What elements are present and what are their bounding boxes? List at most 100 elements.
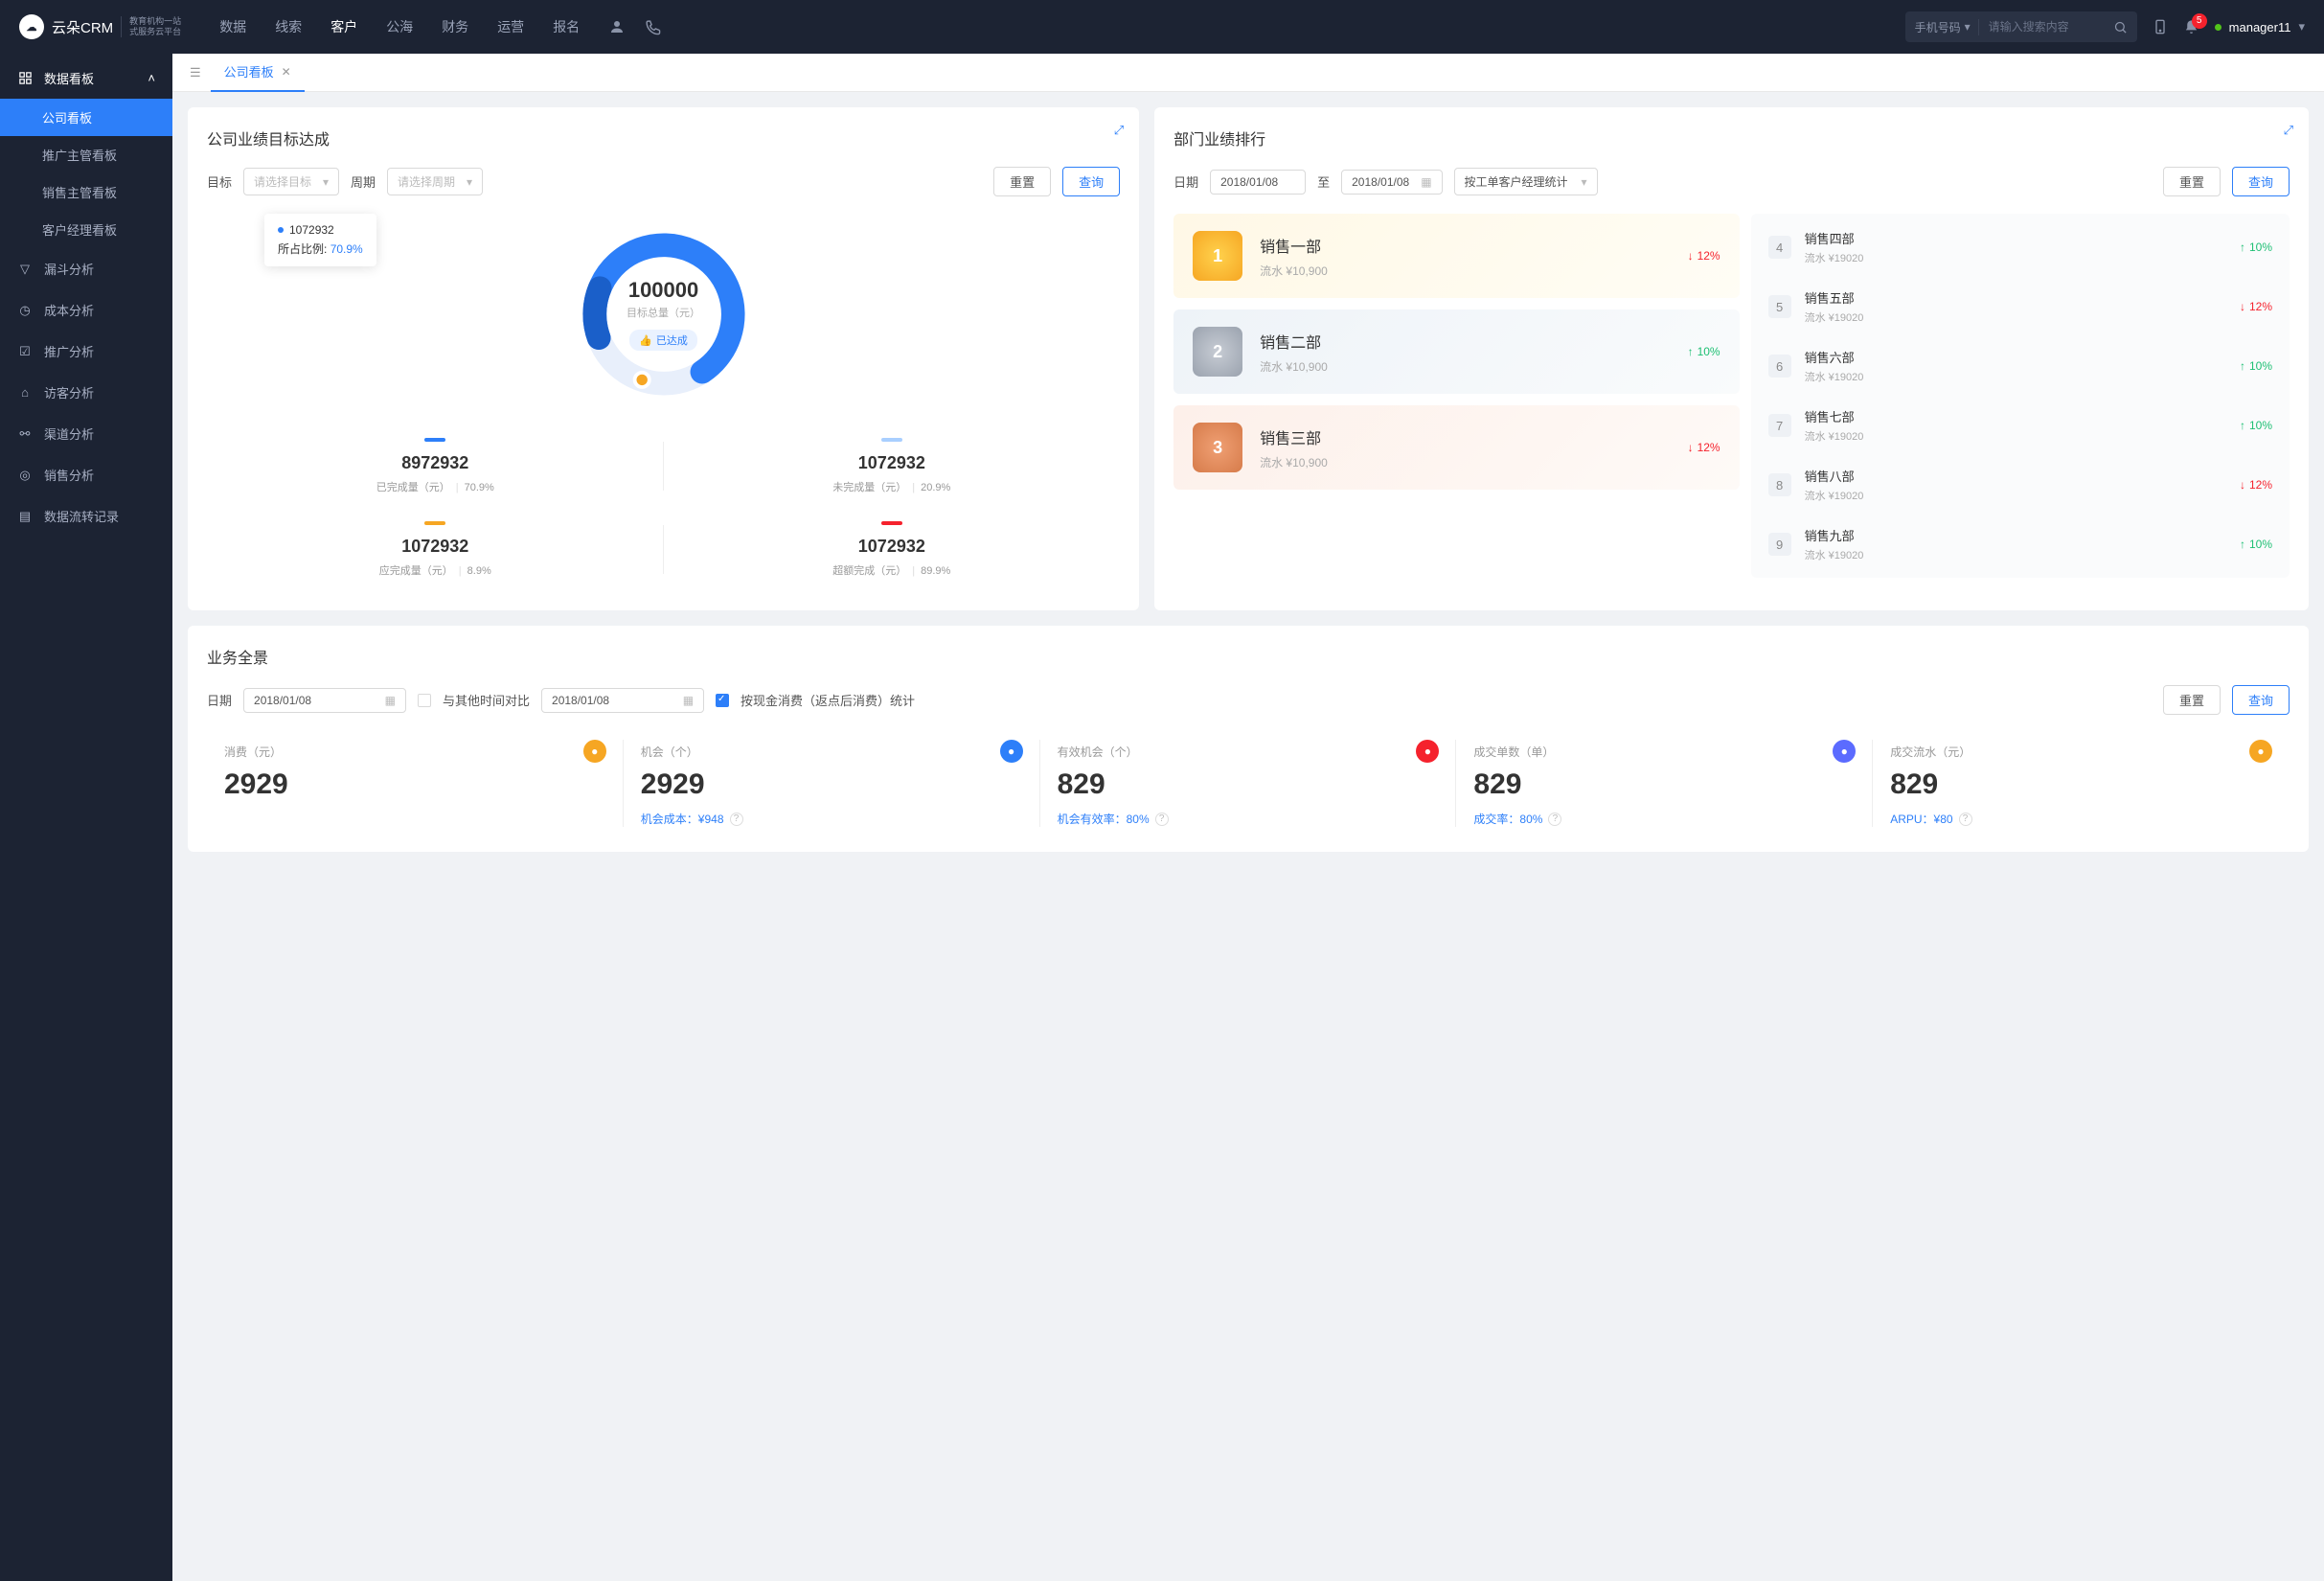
- trend-indicator: ↓ 12%: [1688, 249, 1720, 263]
- arrow-up-icon: ↑: [2240, 241, 2245, 254]
- rank-row[interactable]: 9 销售九部流水 ¥19020 ↑ 10%: [1751, 515, 2290, 574]
- sidebar-item-cost[interactable]: ◷成本分析: [0, 289, 172, 331]
- mobile-icon[interactable]: [2153, 17, 2168, 36]
- metric-icon: ●: [583, 740, 606, 763]
- dot-icon: [278, 227, 284, 233]
- reset-button[interactable]: 重置: [2163, 685, 2221, 715]
- medal-icon: 3: [1193, 423, 1242, 472]
- visitor-icon: ⌂: [17, 385, 33, 401]
- user-menu[interactable]: manager11 ▾: [2215, 19, 2305, 34]
- query-button[interactable]: 查询: [2232, 167, 2290, 196]
- nav-enroll[interactable]: 报名: [553, 13, 580, 40]
- top-nav: 数据 线索 客户 公海 财务 运营 报名: [219, 13, 580, 40]
- rank-card-3[interactable]: 3 销售三部流水 ¥10,900 ↓ 12%: [1173, 405, 1740, 490]
- medal-icon: 2: [1193, 327, 1242, 377]
- trend-indicator: ↑ 10%: [2240, 419, 2272, 432]
- trend-indicator: ↓ 12%: [2240, 300, 2272, 313]
- cash-checkbox[interactable]: [716, 694, 729, 707]
- help-icon[interactable]: ?: [1155, 813, 1169, 826]
- sidebar-sub-manager[interactable]: 客户经理看板: [0, 211, 172, 248]
- query-button[interactable]: 查询: [1062, 167, 1120, 196]
- calendar-icon: ▦: [385, 694, 396, 707]
- sidebar-item-visitor[interactable]: ⌂访客分析: [0, 372, 172, 413]
- sidebar-group-dashboard[interactable]: 数据看板 ˄: [0, 57, 172, 99]
- expand-icon[interactable]: ⤢: [1114, 123, 1124, 138]
- rank-row[interactable]: 6 销售六部流水 ¥19020 ↑ 10%: [1751, 336, 2290, 396]
- rank-rest: 4 销售四部流水 ¥19020 ↑ 10%5 销售五部流水 ¥19020 ↓ 1…: [1751, 214, 2290, 578]
- date-to-input[interactable]: 2018/01/08▦: [1341, 170, 1442, 195]
- date2-input[interactable]: 2018/01/08▦: [541, 688, 704, 713]
- help-icon[interactable]: ?: [1959, 813, 1972, 826]
- target-icon: ◎: [17, 468, 33, 483]
- overview-cell: 有效机会（个）● 829机会有效率：80%?: [1040, 734, 1457, 833]
- nav-ops[interactable]: 运营: [497, 13, 524, 40]
- arrow-down-icon: ↓: [2240, 300, 2245, 313]
- search-icon[interactable]: [2113, 20, 2128, 34]
- rank-row[interactable]: 7 销售七部流水 ¥19020 ↑ 10%: [1751, 396, 2290, 455]
- tab-company-board[interactable]: 公司看板 ✕: [211, 54, 305, 92]
- nav-pool[interactable]: 公海: [386, 13, 413, 40]
- content-area: ☰ 公司看板 ✕ ⤢ 公司业绩目标达成 目标 请选择目标▾ 周期: [172, 54, 2324, 1581]
- channel-icon: ⚯: [17, 426, 33, 442]
- phone-icon[interactable]: [645, 19, 661, 35]
- rank-row[interactable]: 4 销售四部流水 ¥19020 ↑ 10%: [1751, 218, 2290, 277]
- groupby-select[interactable]: 按工单客户经理统计▾: [1454, 168, 1598, 195]
- arrow-down-icon: ↓: [1688, 249, 1694, 263]
- rank-number: 9: [1768, 533, 1791, 556]
- clock-icon: ◷: [17, 303, 33, 318]
- search-input[interactable]: [1979, 20, 2113, 34]
- sidebar-item-promo[interactable]: ☑推广分析: [0, 331, 172, 372]
- expand-icon[interactable]: ⤢: [2284, 123, 2293, 138]
- reset-button[interactable]: 重置: [2163, 167, 2221, 196]
- rank-card-2[interactable]: 2 销售二部流水 ¥10,900 ↑ 10%: [1173, 309, 1740, 394]
- dashboard-icon: [17, 71, 33, 86]
- nav-customers[interactable]: 客户: [330, 13, 357, 40]
- help-icon[interactable]: ?: [1548, 813, 1561, 826]
- close-icon[interactable]: ✕: [282, 65, 291, 79]
- sidebar-sub-sales[interactable]: 销售主管看板: [0, 173, 172, 211]
- metric-icon: ●: [1000, 740, 1023, 763]
- compare-checkbox[interactable]: [418, 694, 431, 707]
- chart-icon: ☑: [17, 344, 33, 359]
- target-stats: 8972932 已完成量（元）|70.9% 1072932 未完成量（元）|20…: [207, 424, 1120, 591]
- sidebar-item-channel[interactable]: ⚯渠道分析: [0, 413, 172, 454]
- arrow-up-icon: ↑: [2240, 538, 2245, 551]
- help-icon[interactable]: ?: [730, 813, 743, 826]
- sidebar-item-sales[interactable]: ◎销售分析: [0, 454, 172, 495]
- chevron-down-icon: ▾: [2298, 19, 2305, 34]
- overview-cell: 成交流水（元）● 829ARPU：¥80?: [1873, 734, 2290, 833]
- rank-number: 8: [1768, 473, 1791, 496]
- sidebar-item-flow[interactable]: ▤数据流转记录: [0, 495, 172, 537]
- rank-row[interactable]: 5 销售五部流水 ¥19020 ↓ 12%: [1751, 277, 2290, 336]
- calendar-icon: ▦: [1421, 175, 1431, 189]
- nav-finance[interactable]: 财务: [442, 13, 468, 40]
- period-label: 周期: [351, 172, 376, 191]
- period-select[interactable]: 请选择周期▾: [387, 168, 483, 195]
- nav-data[interactable]: 数据: [219, 13, 246, 40]
- medal-icon: 1: [1193, 231, 1242, 281]
- donut-chart: 1072932 所占比例: 70.9% 100000: [207, 214, 1120, 424]
- sidebar-sub-promo[interactable]: 推广主管看板: [0, 136, 172, 173]
- collapse-icon[interactable]: ☰: [180, 65, 211, 80]
- thumbs-up-icon: 👍: [639, 334, 652, 347]
- card-overview-title: 业务全景: [207, 645, 2290, 668]
- metric-icon: ●: [1833, 740, 1856, 763]
- reset-button[interactable]: 重置: [993, 167, 1051, 196]
- sidebar-sub-company[interactable]: 公司看板: [0, 99, 172, 136]
- search-box: 手机号码▾: [1905, 11, 2137, 42]
- notification-badge: 5: [2192, 13, 2207, 29]
- date-from-input[interactable]: 2018/01/08: [1210, 170, 1306, 195]
- bell-icon[interactable]: 5: [2183, 19, 2199, 35]
- nav-leads[interactable]: 线索: [275, 13, 302, 40]
- rank-card-1[interactable]: 1 销售一部流水 ¥10,900 ↓ 12%: [1173, 214, 1740, 298]
- chevron-up-icon: ˄: [148, 71, 155, 85]
- date1-input[interactable]: 2018/01/08▦: [243, 688, 406, 713]
- sidebar-item-funnel[interactable]: ▽漏斗分析: [0, 248, 172, 289]
- query-button[interactable]: 查询: [2232, 685, 2290, 715]
- user-icon[interactable]: [608, 18, 626, 35]
- flow-icon: ▤: [17, 509, 33, 524]
- search-type-select[interactable]: 手机号码▾: [1915, 19, 1979, 35]
- rank-row[interactable]: 8 销售八部流水 ¥19020 ↓ 12%: [1751, 455, 2290, 515]
- target-select[interactable]: 请选择目标▾: [243, 168, 339, 195]
- overview-cell: 消费（元）● 2929: [207, 734, 624, 833]
